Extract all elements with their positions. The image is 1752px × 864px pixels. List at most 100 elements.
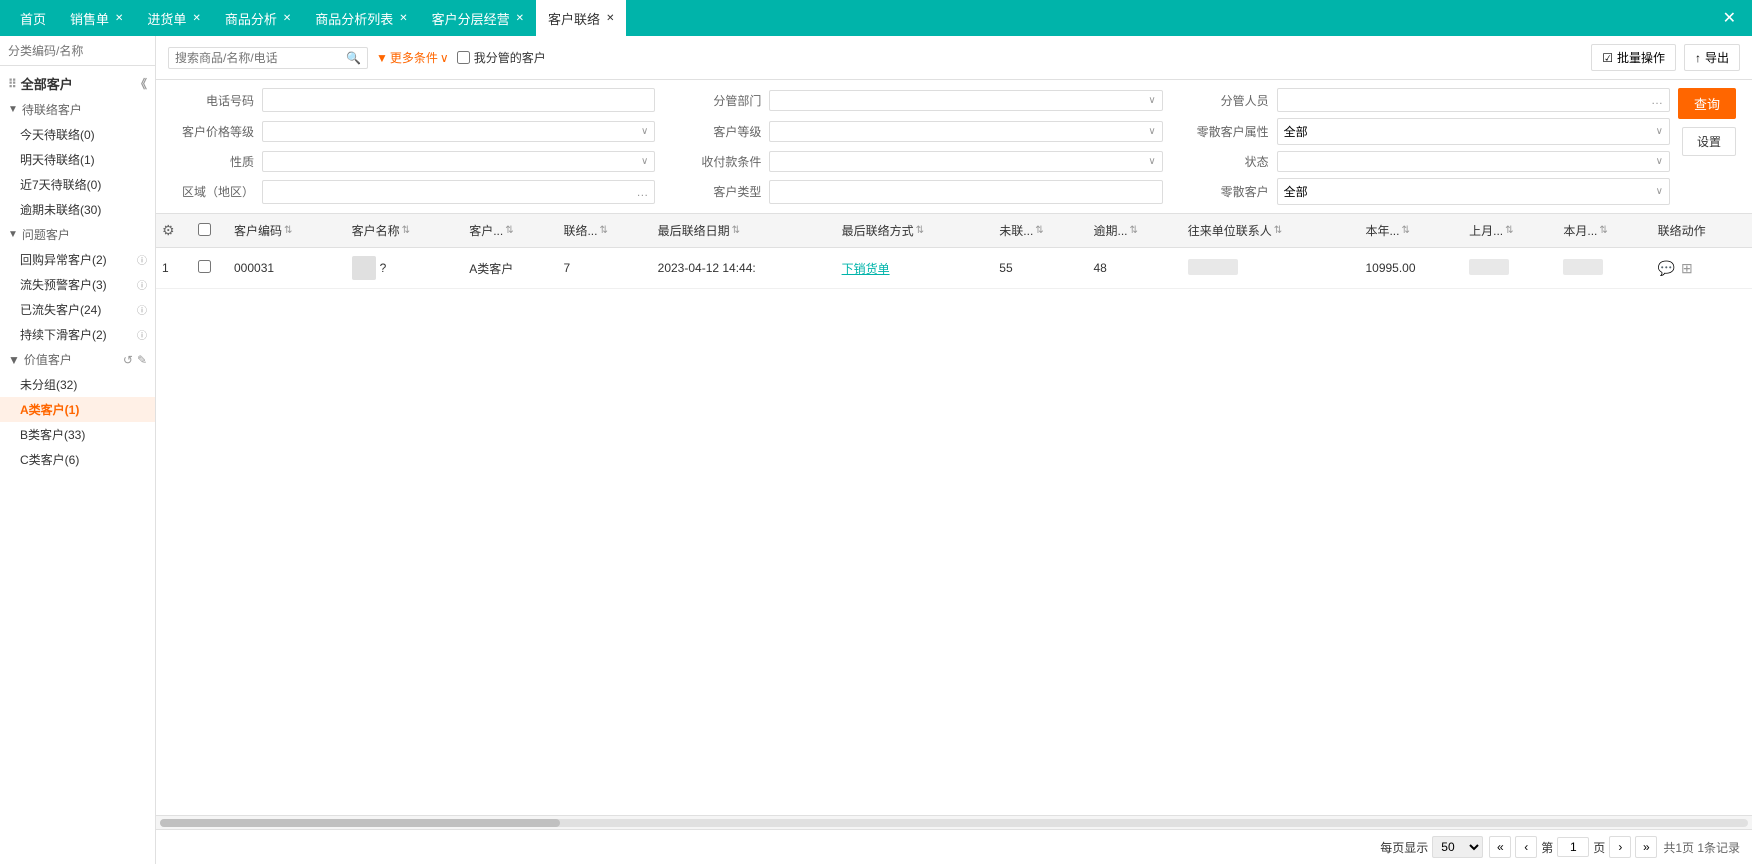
prev-page-button[interactable]: ‹: [1515, 836, 1537, 858]
chat-icon[interactable]: 💬: [1658, 260, 1675, 277]
nav-tab-customer-contact[interactable]: 客户联络 ✕: [536, 0, 626, 36]
page-number-input[interactable]: [1557, 837, 1589, 857]
sidebar-item-b-class[interactable]: B类客户(33): [0, 422, 155, 447]
contact-method-link[interactable]: 下销货单: [842, 262, 890, 276]
customer-table: ⚙ 客户编码⇅ 客户名称⇅ 客户...⇅: [156, 214, 1752, 289]
sidebar-group-pending[interactable]: ▼ 待联络客户: [0, 97, 155, 122]
filter-payment: 收付款条件 ∨: [679, 151, 1162, 172]
filter-price-level-select[interactable]: ∨: [262, 121, 655, 142]
scrollbar-thumb[interactable]: [160, 819, 560, 827]
th-last-contact-date: 最后联络日期⇅: [652, 214, 836, 248]
sidebar-search-input[interactable]: [8, 44, 156, 58]
refresh-icon[interactable]: ↺: [123, 353, 133, 367]
sort-method-icon[interactable]: ⇅: [916, 225, 924, 236]
query-button[interactable]: 查询: [1678, 88, 1736, 119]
sidebar-group-value[interactable]: ▼ 价值客户 ↺ ✎: [0, 347, 155, 372]
sidebar-item-tomorrow-pending[interactable]: 明天待联络(1): [0, 147, 155, 172]
nav-tab-customer-segment[interactable]: 客户分层经营 ✕: [420, 0, 536, 36]
td-row-actions: 💬 ⊞: [1652, 248, 1752, 289]
sidebar-item-c-class[interactable]: C类客户(6): [0, 447, 155, 472]
filter-person-input[interactable]: [1284, 93, 1647, 107]
first-page-button[interactable]: «: [1489, 836, 1511, 858]
filter-nature-select[interactable]: ∨: [262, 151, 655, 172]
nav-tab-sales-close[interactable]: ✕: [115, 13, 123, 24]
sort-code-icon[interactable]: ⇅: [284, 225, 292, 236]
export-button[interactable]: ↑ 导出: [1684, 44, 1740, 71]
sort-name-icon[interactable]: ⇅: [402, 225, 410, 236]
page-size-select[interactable]: 50 100 200: [1432, 836, 1483, 858]
filter-customer-type-input[interactable]: [769, 180, 1162, 204]
sort-overdue-icon[interactable]: ⇅: [1130, 225, 1138, 236]
nav-tab-product-analysis-close[interactable]: ✕: [283, 13, 291, 24]
filter-customer-level-select[interactable]: ∨: [769, 121, 1162, 142]
table-settings-icon[interactable]: ⚙: [162, 222, 175, 238]
nav-tab-product-analysis[interactable]: 商品分析 ✕: [213, 0, 303, 36]
sort-date-icon[interactable]: ⇅: [732, 225, 740, 236]
sidebar-group-problem[interactable]: ▼ 问题客户: [0, 222, 155, 247]
my-customers-checkbox[interactable]: [457, 51, 470, 64]
sidebar-item-ungrouped[interactable]: 未分组(32): [0, 372, 155, 397]
scrollbar-track[interactable]: [160, 819, 1748, 827]
my-customers-filter[interactable]: 我分管的客户: [457, 49, 546, 66]
sort-contact-icon[interactable]: ⇅: [599, 225, 607, 236]
sidebar-item-overdue-contact[interactable]: 逾期未联络(30): [0, 197, 155, 222]
sort-year-icon[interactable]: ⇅: [1401, 225, 1409, 236]
page-total-label: 共1页 1条记录: [1663, 839, 1740, 856]
sort-type-icon[interactable]: ⇅: [505, 225, 513, 236]
sidebar-item-7days-pending[interactable]: 近7天待联络(0): [0, 172, 155, 197]
dept-chevron-icon: ∨: [1148, 95, 1155, 106]
td-index: 1: [156, 248, 192, 289]
filter-search-icon[interactable]: 🔍: [346, 51, 361, 65]
filter-region-input[interactable]: [269, 185, 632, 199]
row-checkbox[interactable]: [198, 260, 211, 273]
next-page-button[interactable]: ›: [1609, 836, 1631, 858]
filter-status-select[interactable]: ∨: [1277, 151, 1670, 172]
nav-tab-product-list-close[interactable]: ✕: [399, 13, 407, 24]
filter-action-buttons: ☑ 批量操作 ↑ 导出: [1591, 44, 1740, 71]
sort-uncontacted-icon[interactable]: ⇅: [1035, 225, 1043, 236]
settings-button[interactable]: 设置: [1682, 127, 1736, 156]
horizontal-scrollbar[interactable]: [156, 815, 1752, 829]
select-all-checkbox[interactable]: [198, 223, 211, 236]
filter-retail-select[interactable]: 全部 ∨: [1277, 178, 1670, 205]
nav-tab-purchase[interactable]: 进货单 ✕: [135, 0, 212, 36]
edit-icon[interactable]: ✎: [137, 353, 147, 367]
nav-tab-product-list[interactable]: 商品分析列表 ✕: [303, 0, 419, 36]
filter-search-input[interactable]: [175, 51, 342, 65]
td-current-month: [1557, 248, 1651, 289]
sidebar-collapse-icon[interactable]: 《: [135, 75, 147, 92]
filter-more-conditions[interactable]: ▼ 更多条件 ∨: [376, 49, 449, 66]
td-checkbox: [192, 248, 228, 289]
batch-ops-button[interactable]: ☑ 批量操作: [1591, 44, 1676, 71]
sidebar-item-repurchase-abnormal[interactable]: 回购异常客户(2) ⓘ: [0, 247, 155, 272]
td-contact-count: 7: [557, 248, 651, 289]
region-more-icon[interactable]: …: [636, 185, 648, 199]
sort-last-month-icon[interactable]: ⇅: [1505, 225, 1513, 236]
sidebar-item-declining[interactable]: 持续下滑客户(2) ⓘ: [0, 322, 155, 347]
filter-dept-select[interactable]: ∨: [769, 90, 1162, 111]
filter-payment-select[interactable]: ∨: [769, 151, 1162, 172]
filter-row-3: 性质 ∨ 收付款条件 ∨: [172, 151, 1670, 172]
customer-level-chevron-icon: ∨: [1148, 126, 1155, 137]
nav-tab-customer-contact-close[interactable]: ✕: [606, 13, 614, 24]
filter-retail-attr: 零散客户属性 全部 ∨: [1187, 118, 1670, 145]
more-options-icon[interactable]: …: [1651, 93, 1663, 107]
filter-submit-actions: 查询 设置: [1670, 88, 1736, 205]
last-page-button[interactable]: »: [1635, 836, 1657, 858]
th-contact-count: 联络...⇅: [557, 214, 651, 248]
nav-tab-purchase-close[interactable]: ✕: [192, 13, 200, 24]
nav-tab-customer-segment-close[interactable]: ✕: [516, 13, 524, 24]
sidebar-item-churned[interactable]: 已流失客户(24) ⓘ: [0, 297, 155, 322]
filter-retail-attr-select[interactable]: 全部 ∨: [1277, 118, 1670, 145]
nav-tab-sales[interactable]: 销售单 ✕: [58, 0, 135, 36]
sort-cur-month-icon[interactable]: ⇅: [1599, 225, 1607, 236]
sidebar-item-a-class[interactable]: A类客户(1): [0, 397, 155, 422]
filter-search-container: 🔍: [168, 47, 368, 69]
sidebar-item-today-pending[interactable]: 今天待联络(0): [0, 122, 155, 147]
qr-icon[interactable]: ⊞: [1681, 260, 1693, 277]
filter-phone-input[interactable]: [262, 88, 655, 112]
sidebar-item-churn-warning[interactable]: 流失预警客户(3) ⓘ: [0, 272, 155, 297]
sort-unit-icon[interactable]: ⇅: [1274, 225, 1282, 236]
nav-home[interactable]: 首页: [8, 9, 58, 28]
window-close-button[interactable]: ✕: [1715, 8, 1744, 28]
